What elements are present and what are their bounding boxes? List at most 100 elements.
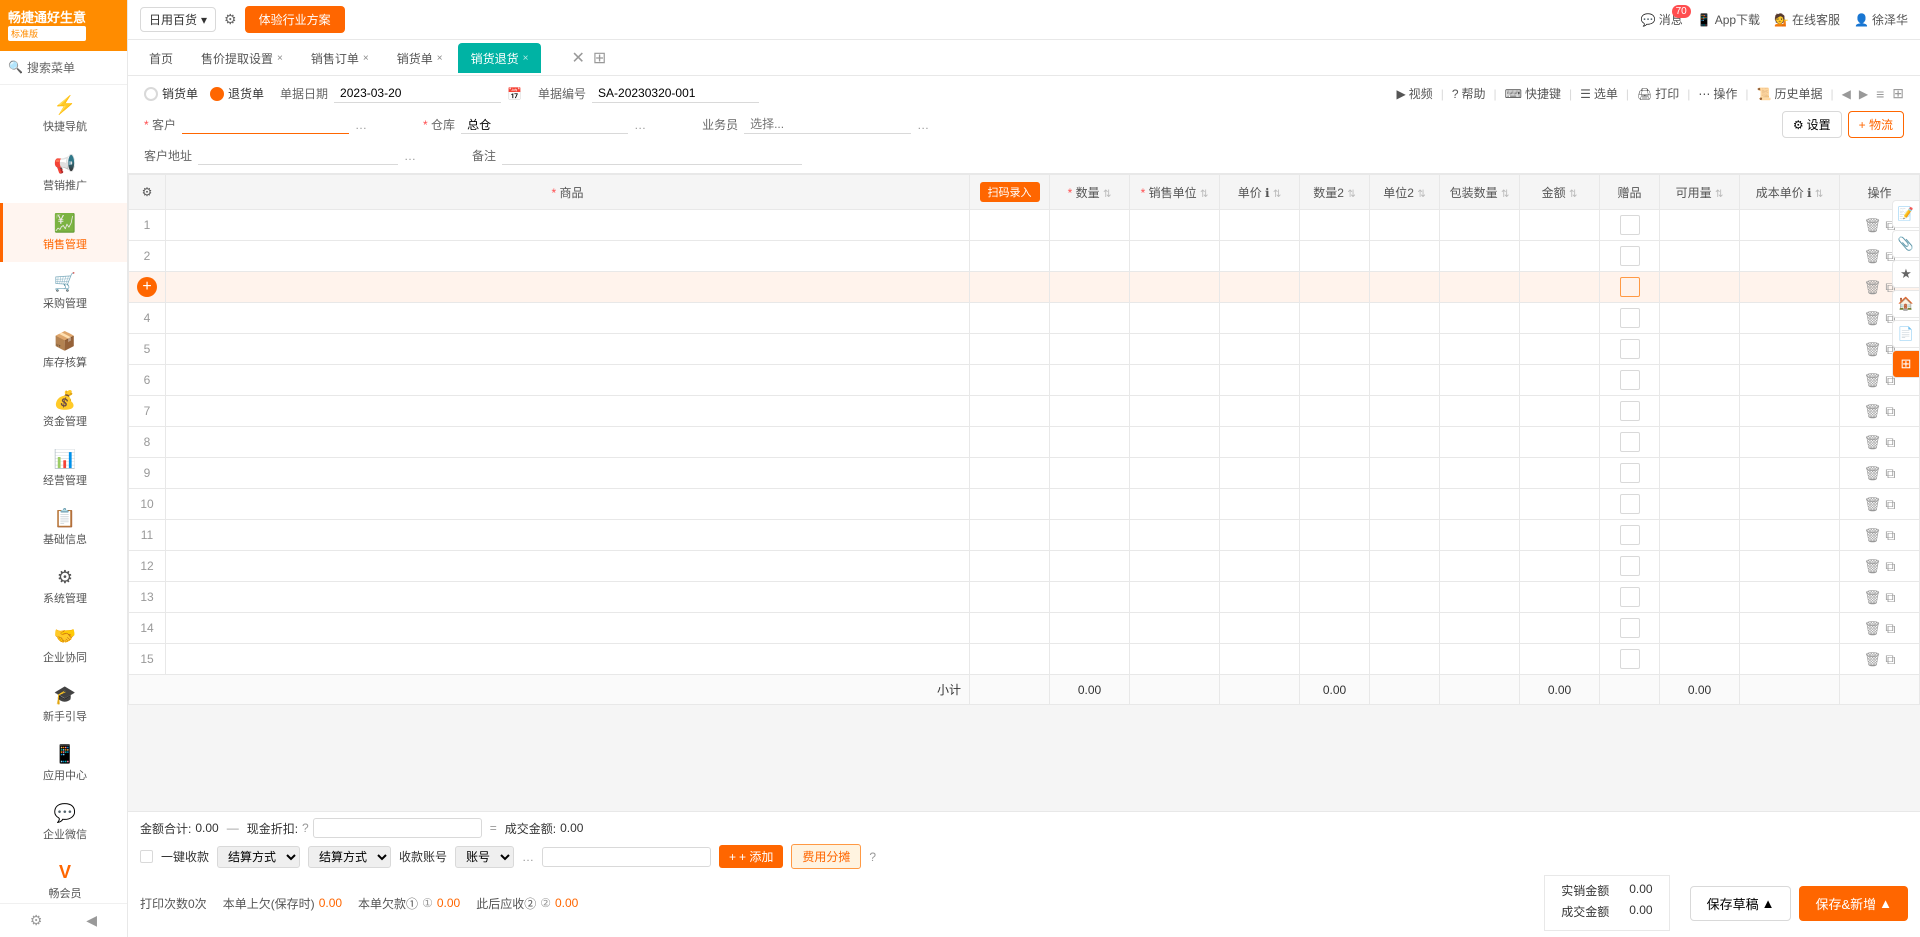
- row-delete-btn[interactable]: 🗑: [1864, 558, 1882, 575]
- row-cost-price-cell[interactable]: [1740, 241, 1840, 272]
- action-history-btn[interactable]: 📜 历史单据: [1757, 85, 1823, 102]
- gift-checkbox[interactable]: [1620, 649, 1640, 669]
- row-copy-btn[interactable]: ⧉: [1885, 496, 1895, 513]
- cta-button[interactable]: 体验行业方案: [245, 6, 345, 33]
- row-price-cell[interactable]: [1220, 272, 1300, 303]
- row-qty2-cell[interactable]: [1300, 272, 1370, 303]
- gift-checkbox[interactable]: [1620, 370, 1640, 390]
- sidebar-collapse-btn[interactable]: ◀: [86, 912, 97, 929]
- tab-price-setting-close[interactable]: ×: [277, 53, 283, 64]
- sidebar-item-vip[interactable]: V 畅会员: [0, 852, 127, 903]
- row-copy-btn[interactable]: ⧉: [1885, 465, 1895, 482]
- sidebar-item-marketing[interactable]: 📢 营销推广: [0, 144, 127, 203]
- row-available-cell[interactable]: [1660, 241, 1740, 272]
- calendar-icon[interactable]: 📅: [507, 87, 522, 101]
- customer-input[interactable]: [182, 115, 349, 134]
- row-product-cell[interactable]: [166, 272, 970, 303]
- settlement-method-select[interactable]: 结算方式: [217, 846, 300, 868]
- cash-discount-help-icon[interactable]: ?: [302, 821, 309, 835]
- rf-notes-btn[interactable]: 📝: [1892, 200, 1920, 228]
- gift-checkbox[interactable]: [1620, 432, 1640, 452]
- row-unit2-cell[interactable]: [1370, 272, 1440, 303]
- tab-sales-return[interactable]: 销货退货 ×: [458, 43, 542, 73]
- gift-checkbox[interactable]: [1620, 618, 1640, 638]
- row-amount-cell[interactable]: [1520, 210, 1600, 241]
- rf-active-btn[interactable]: ⊞: [1892, 350, 1920, 378]
- address-input[interactable]: [198, 146, 398, 165]
- row-copy-btn[interactable]: ⧉: [1885, 651, 1895, 668]
- tab-price-setting[interactable]: 售价提取设置 ×: [188, 43, 296, 73]
- sidebar-item-quick-nav[interactable]: ⚡ 快捷导航: [0, 85, 127, 144]
- fee-help-icon[interactable]: ?: [869, 850, 876, 864]
- topbar-gear-icon[interactable]: ⚙: [224, 11, 237, 28]
- account-select[interactable]: 账号: [455, 846, 514, 868]
- row-pkg-qty-cell[interactable]: [1440, 241, 1520, 272]
- action-print-btn[interactable]: 🖨 打印: [1637, 85, 1679, 102]
- sidebar-item-finance[interactable]: 💰 资金管理: [0, 380, 127, 439]
- row-delete-btn[interactable]: 🗑: [1864, 651, 1882, 668]
- row-pkg-qty-cell[interactable]: [1440, 272, 1520, 303]
- row-unit-cell[interactable]: [1130, 241, 1220, 272]
- salesperson-dots-btn[interactable]: …: [917, 118, 929, 132]
- row-delete-btn[interactable]: 🗑: [1864, 527, 1882, 544]
- action-video-btn[interactable]: ▶ 视频: [1396, 85, 1432, 102]
- row-unit-cell[interactable]: [1130, 272, 1220, 303]
- row-price-cell[interactable]: [1220, 241, 1300, 272]
- rf-doc-btn[interactable]: 📄: [1892, 320, 1920, 348]
- tab-sales-order[interactable]: 销售订单 ×: [298, 43, 382, 73]
- sidebar-settings-btn[interactable]: ⚙: [30, 912, 43, 929]
- row-cost-price-cell[interactable]: [1740, 272, 1840, 303]
- row-product-cell[interactable]: [166, 210, 970, 241]
- sidebar-item-enterprise-wechat[interactable]: 💬 企业微信: [0, 793, 127, 852]
- row-gift-cell[interactable]: [1600, 272, 1660, 303]
- row-copy-btn[interactable]: ⧉: [1885, 403, 1895, 420]
- gift-checkbox[interactable]: [1620, 339, 1640, 359]
- tab-sales-return-close[interactable]: ×: [523, 53, 529, 64]
- row-delete-btn[interactable]: 🗑: [1864, 403, 1882, 420]
- tab-sales-delivery[interactable]: 销货单 ×: [384, 43, 456, 73]
- tab-home[interactable]: 首页: [136, 43, 186, 73]
- stat-receivable-help[interactable]: ②: [540, 896, 551, 910]
- add-row-btn[interactable]: +: [137, 277, 157, 297]
- sidebar-item-app-center[interactable]: 📱 应用中心: [0, 734, 127, 793]
- sidebar-item-purchase[interactable]: 🛒 采购管理: [0, 262, 127, 321]
- row-copy-btn[interactable]: ⧉: [1885, 527, 1895, 544]
- row-price-cell[interactable]: [1220, 210, 1300, 241]
- add-payment-btn[interactable]: + + 添加: [719, 845, 783, 868]
- sidebar-item-sales[interactable]: 💹 销售管理: [0, 203, 127, 262]
- row-qty2-cell[interactable]: [1300, 241, 1370, 272]
- row-available-cell[interactable]: [1660, 210, 1740, 241]
- row-qty-cell[interactable]: [1050, 210, 1130, 241]
- online-service-btn[interactable]: 💁 在线客服: [1774, 11, 1840, 28]
- cash-discount-input[interactable]: [313, 818, 482, 838]
- tab-close-all-icon[interactable]: ✕: [571, 48, 584, 68]
- save-draft-button[interactable]: 保存草稿 ▲: [1690, 886, 1792, 921]
- row-delete-btn[interactable]: 🗑: [1864, 620, 1882, 637]
- logistics-button[interactable]: + 物流: [1848, 111, 1904, 138]
- gift-checkbox[interactable]: [1620, 215, 1640, 235]
- gift-checkbox[interactable]: [1620, 401, 1640, 421]
- calculate-method-select[interactable]: 结算方式: [308, 846, 391, 868]
- row-gift-cell[interactable]: [1600, 241, 1660, 272]
- row-qty-cell[interactable]: [1050, 272, 1130, 303]
- action-operate-btn[interactable]: ⋯ 操作: [1698, 85, 1737, 102]
- row-unit2-cell[interactable]: [1370, 241, 1440, 272]
- row-unit-cell[interactable]: [1130, 210, 1220, 241]
- rf-favorite-btn[interactable]: ★: [1892, 260, 1920, 288]
- customer-dots-btn[interactable]: …: [355, 118, 367, 132]
- action-select-btn[interactable]: ☰ 选单: [1580, 85, 1618, 102]
- user-profile-btn[interactable]: 👤 徐泽华: [1854, 11, 1908, 28]
- row-amount-cell[interactable]: [1520, 241, 1600, 272]
- industry-dropdown[interactable]: 日用百货 ▾: [140, 7, 216, 32]
- action-shortcut-btn[interactable]: ⌨ 快捷键: [1505, 85, 1561, 102]
- gift-checkbox[interactable]: [1620, 277, 1640, 297]
- row-delete-btn[interactable]: 🗑: [1864, 310, 1882, 327]
- radio-return[interactable]: 退货单: [210, 85, 264, 102]
- row-copy-btn[interactable]: ⧉: [1885, 589, 1895, 606]
- sidebar-search[interactable]: 🔍 搜索菜单: [0, 51, 127, 85]
- one-click-collect-checkbox[interactable]: [140, 850, 153, 863]
- gift-checkbox[interactable]: [1620, 463, 1640, 483]
- row-amount-cell[interactable]: [1520, 272, 1600, 303]
- account-dots-btn[interactable]: …: [522, 850, 534, 864]
- tab-sales-delivery-close[interactable]: ×: [437, 53, 443, 64]
